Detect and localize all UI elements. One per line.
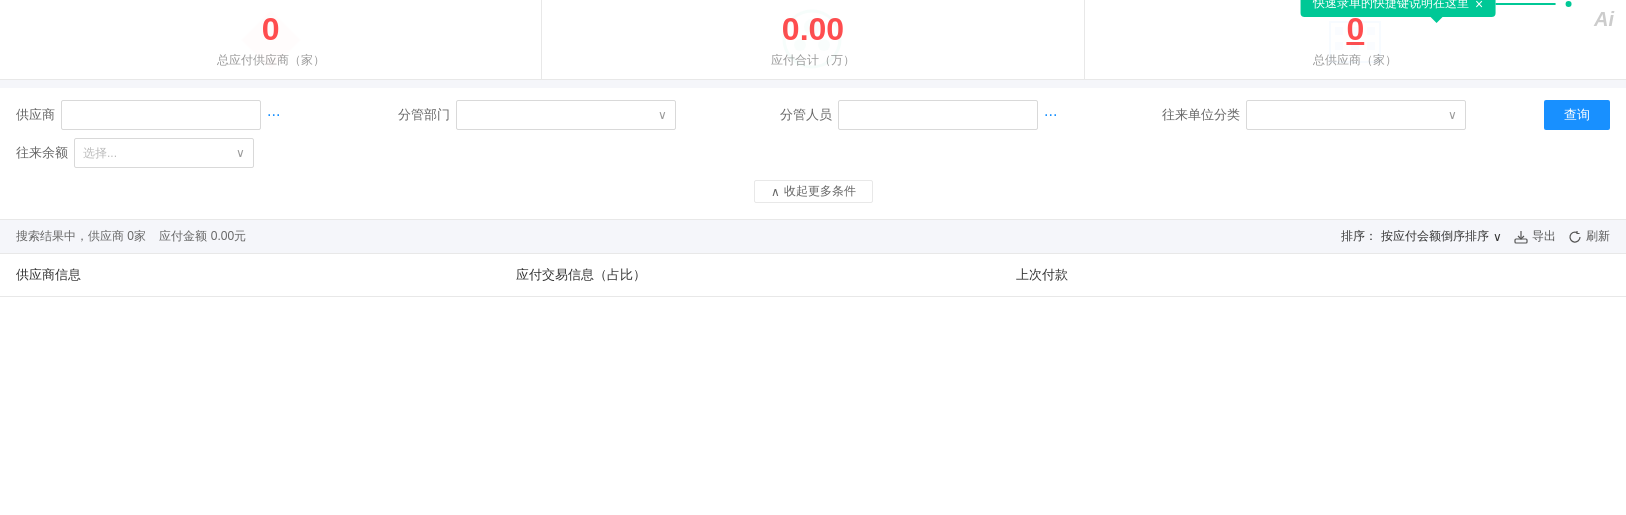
- collapse-button[interactable]: ∧ 收起更多条件: [754, 180, 873, 203]
- balance-placeholder: 选择...: [83, 145, 117, 162]
- tooltip-text: 快速录单的快捷键说明在这里: [1313, 0, 1469, 12]
- supplier-label: 供应商: [16, 106, 55, 124]
- col-header-last-payment: 上次付款: [1016, 266, 1610, 284]
- col-header-supplier-info: 供应商信息: [16, 266, 516, 284]
- supplier-dots-button[interactable]: ···: [267, 106, 280, 124]
- department-select[interactable]: ∨: [456, 100, 676, 130]
- col-header-transaction: 应付交易信息（占比）: [516, 266, 1016, 284]
- manager-dots-button[interactable]: ···: [1044, 106, 1057, 124]
- sort-dropdown[interactable]: 排序： 按应付会额倒序排序 ∨: [1341, 228, 1502, 245]
- sort-value: 按应付会额倒序排序: [1381, 228, 1489, 245]
- svg-rect-7: [1351, 27, 1359, 35]
- balance-arrow: ∨: [236, 146, 245, 160]
- svg-marker-0: [243, 12, 299, 68]
- collapse-icon: ∧: [771, 185, 780, 199]
- department-arrow: ∨: [658, 108, 667, 122]
- tooltip-area: 快速录单的快捷键说明在这里 ×: [1301, 0, 1573, 17]
- tooltip-bubble: 快速录单的快捷键说明在这里 ×: [1301, 0, 1495, 17]
- unit-category-label: 往来单位分类: [1162, 106, 1240, 124]
- filter-balance: 往来余额 选择... ∨: [16, 138, 336, 168]
- table-body: [0, 297, 1626, 515]
- refresh-label: 刷新: [1586, 228, 1610, 245]
- unit-category-select[interactable]: ∨: [1246, 100, 1466, 130]
- balance-select[interactable]: 选择... ∨: [74, 138, 254, 168]
- supplier-count-value: 0家: [127, 229, 146, 243]
- refresh-button[interactable]: 刷新: [1568, 228, 1610, 245]
- manager-input[interactable]: [838, 100, 1038, 130]
- sort-arrow-icon: ∨: [1493, 230, 1502, 244]
- ai-badge: Ai: [1594, 8, 1614, 31]
- svg-point-4: [818, 39, 830, 51]
- stat-payable-total: 0.00 应付合计（万）: [542, 0, 1084, 79]
- svg-point-2: [804, 19, 820, 35]
- unit-category-arrow: ∨: [1448, 108, 1457, 122]
- filter-row-1: 供应商 ··· 分管部门 ∨ 分管人员 ··· 往来单位分类 ∨ 查询: [16, 100, 1610, 130]
- svg-rect-6: [1335, 27, 1343, 35]
- building-bg-icon: [1320, 12, 1390, 67]
- filter-department: 分管部门 ∨: [398, 100, 764, 130]
- export-button[interactable]: 导出: [1514, 228, 1556, 245]
- collapse-row: ∧ 收起更多条件: [16, 176, 1610, 207]
- filter-supplier: 供应商 ···: [16, 100, 382, 130]
- balance-label: 往来余额: [16, 144, 68, 162]
- supplier-input[interactable]: [61, 100, 261, 130]
- result-info: 搜索结果中，供应商 0家 应付金额 0.00元: [16, 228, 246, 245]
- stat-total-suppliers: 快速录单的快捷键说明在这里 × 0 总供应商（家） Ai: [1085, 0, 1626, 79]
- table-header: 供应商信息 应付交易信息（占比） 上次付款: [0, 254, 1626, 297]
- tooltip-close-button[interactable]: ×: [1475, 0, 1483, 11]
- export-label: 导出: [1532, 228, 1556, 245]
- query-button[interactable]: 查询: [1544, 100, 1610, 130]
- filter-unit-category: 往来单位分类 ∨: [1162, 100, 1528, 130]
- collapse-label: 收起更多条件: [784, 183, 856, 200]
- result-bar: 搜索结果中，供应商 0家 应付金额 0.00元 排序： 按应付会额倒序排序 ∨ …: [0, 220, 1626, 254]
- filter-manager: 分管人员 ···: [780, 100, 1146, 130]
- manager-label: 分管人员: [780, 106, 832, 124]
- svg-rect-9: [1335, 42, 1343, 50]
- stats-bar: 0 总应付供应商（家） 0.00 应付合计（万） 快速录单的快捷键说明在这里 ×: [0, 0, 1626, 80]
- result-actions: 排序： 按应付会额倒序排序 ∨ 导出 刷新: [1341, 228, 1610, 245]
- sort-label: 排序：: [1341, 228, 1377, 245]
- supplier-count-label: 搜索结果中，供应商: [16, 229, 124, 243]
- refresh-icon: [1568, 230, 1582, 244]
- svg-rect-10: [1351, 42, 1359, 50]
- export-icon: [1514, 230, 1528, 244]
- result-text: 搜索结果中，供应商 0家 应付金额 0.00元: [16, 228, 246, 245]
- filter-section: 供应商 ··· 分管部门 ∨ 分管人员 ··· 往来单位分类 ∨ 查询: [0, 88, 1626, 220]
- cookie-bg-icon: [780, 7, 845, 72]
- diamond-bg-icon: [241, 10, 301, 70]
- svg-rect-11: [1367, 42, 1375, 50]
- svg-point-3: [794, 39, 806, 51]
- stat-total-payable-suppliers: 0 总应付供应商（家）: [0, 0, 542, 79]
- svg-rect-8: [1367, 27, 1375, 35]
- amount-value: 0.00元: [211, 229, 246, 243]
- amount-label: 应付金额: [159, 229, 207, 243]
- filter-row-2: 往来余额 选择... ∨: [16, 138, 1610, 168]
- department-label: 分管部门: [398, 106, 450, 124]
- tooltip-connector-line: [1495, 3, 1555, 5]
- tooltip-connector-dot: [1563, 0, 1573, 9]
